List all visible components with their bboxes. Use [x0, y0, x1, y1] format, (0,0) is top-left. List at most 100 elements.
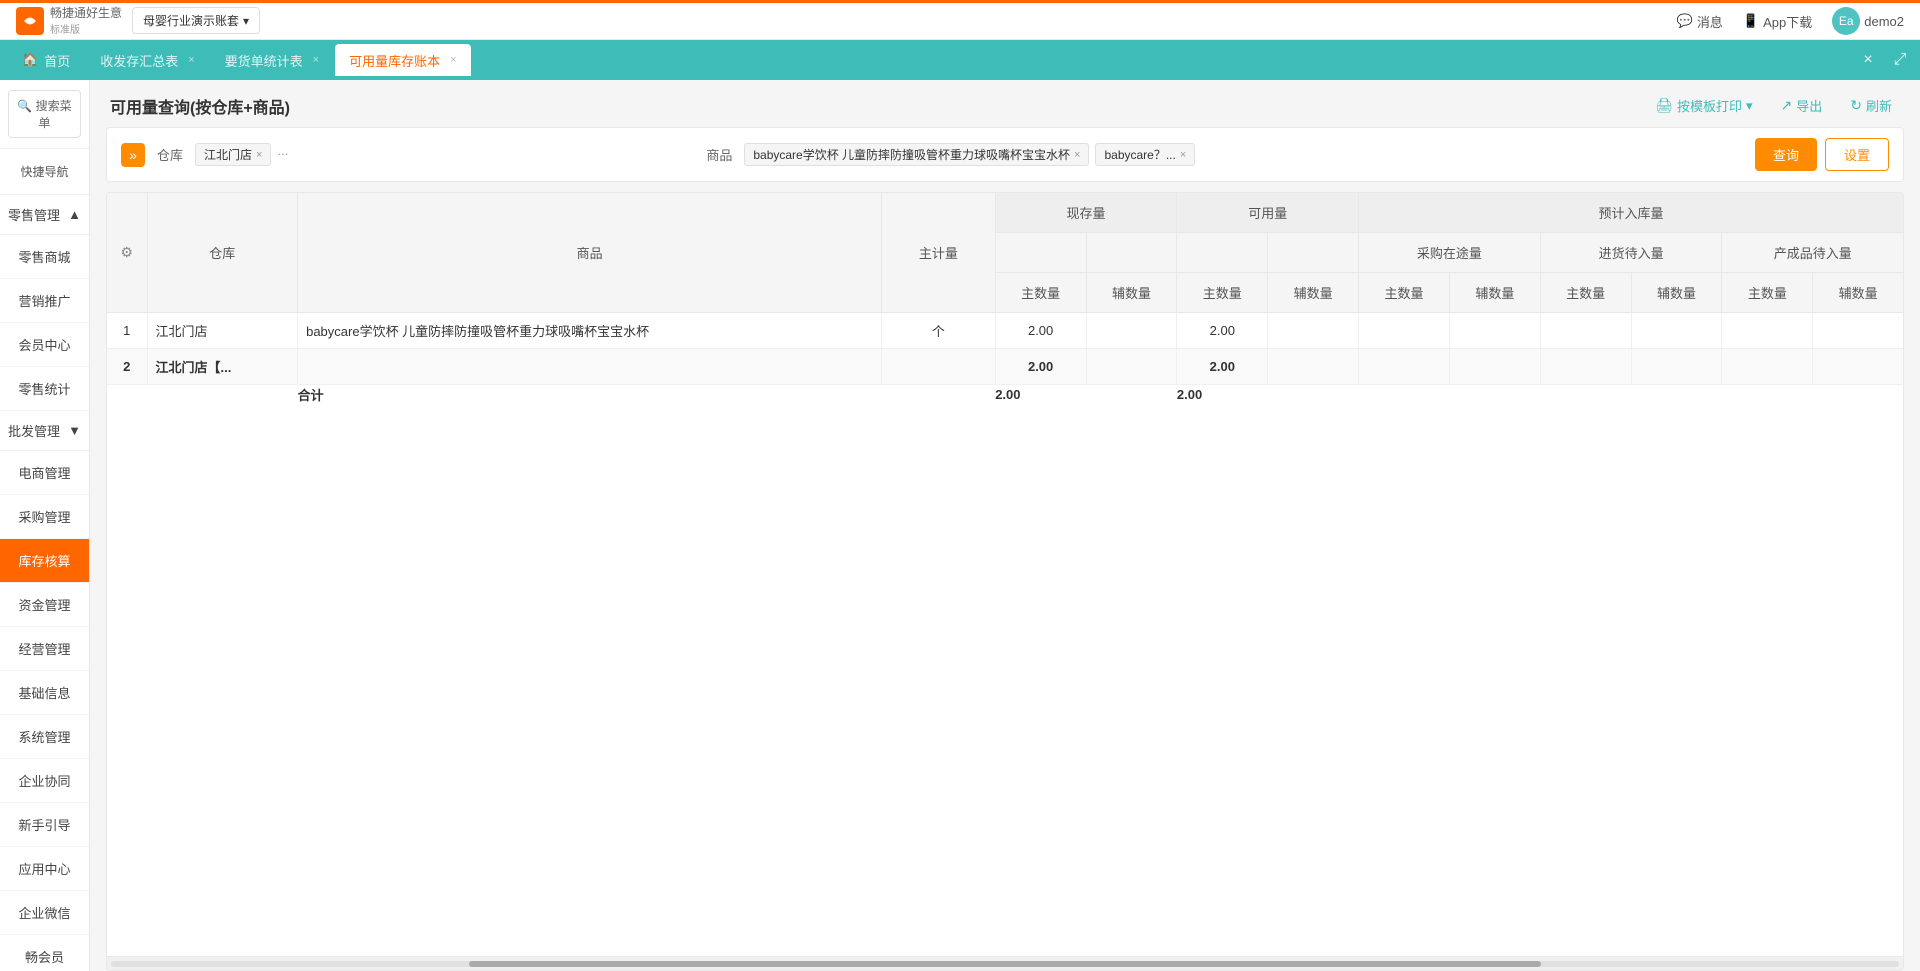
product-filter-tags: babycare学饮杯 儿童防摔防撞吸管杯重力球吸嘴杯宝宝水杯 × babyca… [744, 143, 1743, 166]
sidebar-item-vip-member-label: 畅会员 [8, 947, 81, 966]
sidebar-item-app-center-label: 应用中心 [8, 859, 81, 878]
page-title: 可用量查询(按仓库+商品) [110, 94, 290, 118]
product-tag-2-remove[interactable]: × [1180, 149, 1186, 161]
sidebar-item-ecom-mgmt[interactable]: 电商管理 [0, 451, 89, 495]
cell-current-aux-1 [1086, 313, 1177, 349]
cell-index-2: 2 [107, 349, 147, 385]
th-current-stock-group: 现存量 [995, 193, 1177, 233]
tab-home[interactable]: 🏠 首页 [8, 44, 84, 76]
th-unit-label: 主计量 [919, 246, 958, 261]
th-purchase-main: 主数量 [1359, 273, 1450, 313]
tab-receivepay-close[interactable]: × [188, 54, 194, 66]
tab-order-stats-label: 要货单统计表 [225, 51, 303, 70]
sidebar-item-member-center[interactable]: 会员中心 [0, 323, 89, 367]
product-tag-1-remove[interactable]: × [1074, 149, 1080, 161]
export-icon: ↗ [1781, 97, 1793, 114]
tab-available-stock-close[interactable]: × [450, 54, 456, 66]
cell-product-1: babycare学饮杯 儿童防摔防撞吸管杯重力球吸嘴杯宝宝水杯 [298, 313, 882, 349]
warehouse-tag-jianbeimen: 江北门店 × [195, 143, 271, 166]
query-button[interactable]: 查询 [1755, 138, 1817, 171]
sidebar-item-inventory-check-label: 库存核算 [8, 551, 81, 570]
table-wrapper[interactable]: ⚙ 仓库 商品 主计量 现存量 [107, 193, 1903, 956]
sidebar-item-retail-mall[interactable]: 零售商城 [0, 235, 89, 279]
tab-order-stats-close[interactable]: × [313, 54, 319, 66]
cell-incoming-aux-2 [1631, 349, 1722, 385]
total-label: 合计 [298, 385, 996, 405]
cell-production-main-2 [1722, 349, 1813, 385]
close-all-tabs-button[interactable]: × [1856, 48, 1880, 72]
export-label: 导出 [1796, 96, 1822, 115]
message-button[interactable]: 💬 消息 [1677, 12, 1723, 31]
cell-incoming-aux-1 [1631, 313, 1722, 349]
th-product: 商品 [298, 193, 882, 313]
sidebar-item-new-guide[interactable]: 新手引导 [0, 803, 89, 847]
product-tag-2-text: babycare？... [1104, 146, 1175, 163]
sidebar-item-marketing[interactable]: 营销推广 [0, 279, 89, 323]
sidebar-item-retail-mgmt-label: 零售管理 [8, 205, 60, 224]
top-bar-left: 畅捷通好生意 标准版 母婴行业演示账套 ▾ [16, 6, 260, 35]
sidebar-item-system-mgmt[interactable]: 系统管理 [0, 715, 89, 759]
sidebar-item-wholesale-mgmt[interactable]: 批发管理 ▼ [0, 411, 89, 451]
warehouse-filter-label: 仓库 [157, 145, 183, 164]
table-row: 1 江北门店 babycare学饮杯 儿童防摔防撞吸管杯重力球吸嘴杯宝宝水杯 个… [107, 313, 1903, 349]
user-profile[interactable]: Ea demo2 [1832, 7, 1904, 35]
product-tag-1-text: babycare学饮杯 儿童防摔防撞吸管杯重力球吸嘴杯宝宝水杯 [753, 146, 1070, 163]
search-icon: 🔍 [17, 99, 32, 113]
app-download-button[interactable]: 📱 App下载 [1743, 12, 1812, 31]
filter-expand-button[interactable]: » [121, 143, 145, 167]
sidebar-item-retail-mgmt[interactable]: 零售管理 ▲ [0, 195, 89, 235]
cell-current-aux-2 [1086, 349, 1177, 385]
product-filter-label: 商品 [706, 145, 732, 164]
sidebar-item-purchase-mgmt[interactable]: 采购管理 [0, 495, 89, 539]
setting-button[interactable]: 设置 [1825, 138, 1889, 171]
industry-selector[interactable]: 母婴行业演示账套 ▾ [132, 7, 260, 34]
total-production-main [1722, 385, 1813, 405]
th-available-group: 可用量 [1177, 193, 1359, 233]
sidebar-item-finance-mgmt-label: 资金管理 [8, 595, 81, 614]
th-available-sub2 [1268, 233, 1359, 273]
sidebar-item-enterprise-collab[interactable]: 企业协同 [0, 759, 89, 803]
th-purchase-transit-label: 采购在途量 [1417, 246, 1482, 261]
sidebar-item-inventory-check[interactable]: 库存核算 [0, 539, 89, 583]
scroll-thumb[interactable] [469, 961, 1542, 967]
th-warehouse: 仓库 [147, 193, 298, 313]
refresh-button[interactable]: ↻ 刷新 [1842, 92, 1900, 119]
sidebar-item-retail-stats[interactable]: 零售统计 [0, 367, 89, 411]
total-label-cell [107, 385, 298, 405]
search-menu-button[interactable]: 🔍 搜索菜单 [8, 90, 81, 138]
sidebar-item-app-center[interactable]: 应用中心 [0, 847, 89, 891]
cell-warehouse-2: 江北门店【... [147, 349, 298, 385]
th-current-stock-sub2 [1086, 233, 1177, 273]
tab-available-stock[interactable]: 可用量库存账本 × [335, 44, 470, 76]
sidebar-item-vip-member[interactable]: 畅会员 [0, 935, 89, 971]
warehouse-tag-remove[interactable]: × [256, 149, 262, 161]
th-unit: 主计量 [882, 193, 996, 313]
warehouse-filter-more[interactable]: ... [277, 143, 288, 166]
th-current-main: 主数量 [995, 273, 1086, 313]
quick-nav-label[interactable]: 快捷导航 [8, 157, 81, 186]
content-area: 可用量查询(按仓库+商品) 🖨 按模板打印 ▾ ↗ 导出 ↻ 刷新 » [90, 80, 1920, 971]
tab-order-stats[interactable]: 要货单统计表 × [211, 44, 333, 76]
sidebar-item-member-center-label: 会员中心 [8, 335, 81, 354]
tab-receivepay[interactable]: 收发存汇总表 × [86, 44, 208, 76]
column-settings-icon[interactable]: ⚙ [120, 244, 133, 260]
horizontal-scrollbar[interactable] [107, 956, 1903, 970]
fullscreen-button[interactable]: ⤢ [1888, 48, 1912, 72]
export-button[interactable]: ↗ 导出 [1773, 92, 1831, 119]
cell-production-main-1 [1722, 313, 1813, 349]
nav-tabs-bar: 🏠 首页 收发存汇总表 × 要货单统计表 × 可用量库存账本 × × ⤢ [0, 40, 1920, 80]
sidebar-item-finance-mgmt[interactable]: 资金管理 [0, 583, 89, 627]
sidebar-item-wholesale-mgmt-label: 批发管理 [8, 421, 60, 440]
cell-purchase-main-2 [1359, 349, 1450, 385]
top-bar: 畅捷通好生意 标准版 母婴行业演示账套 ▾ 💬 消息 📱 App下载 Ea de… [0, 0, 1920, 40]
th-product-label: 商品 [577, 246, 603, 261]
sidebar-item-basic-info[interactable]: 基础信息 [0, 671, 89, 715]
chevron-print-icon: ▾ [1746, 98, 1753, 114]
sidebar-item-enterprise-wechat[interactable]: 企业微信 [0, 891, 89, 935]
sidebar-item-retail-mall-label: 零售商城 [8, 247, 81, 266]
sidebar-item-operations-mgmt-label: 经营管理 [8, 639, 81, 658]
print-template-button[interactable]: 🖨 按模板打印 ▾ [1647, 92, 1760, 119]
th-settings[interactable]: ⚙ [107, 193, 147, 313]
sidebar-item-operations-mgmt[interactable]: 经营管理 [0, 627, 89, 671]
table-container: ⚙ 仓库 商品 主计量 现存量 [106, 192, 1904, 971]
